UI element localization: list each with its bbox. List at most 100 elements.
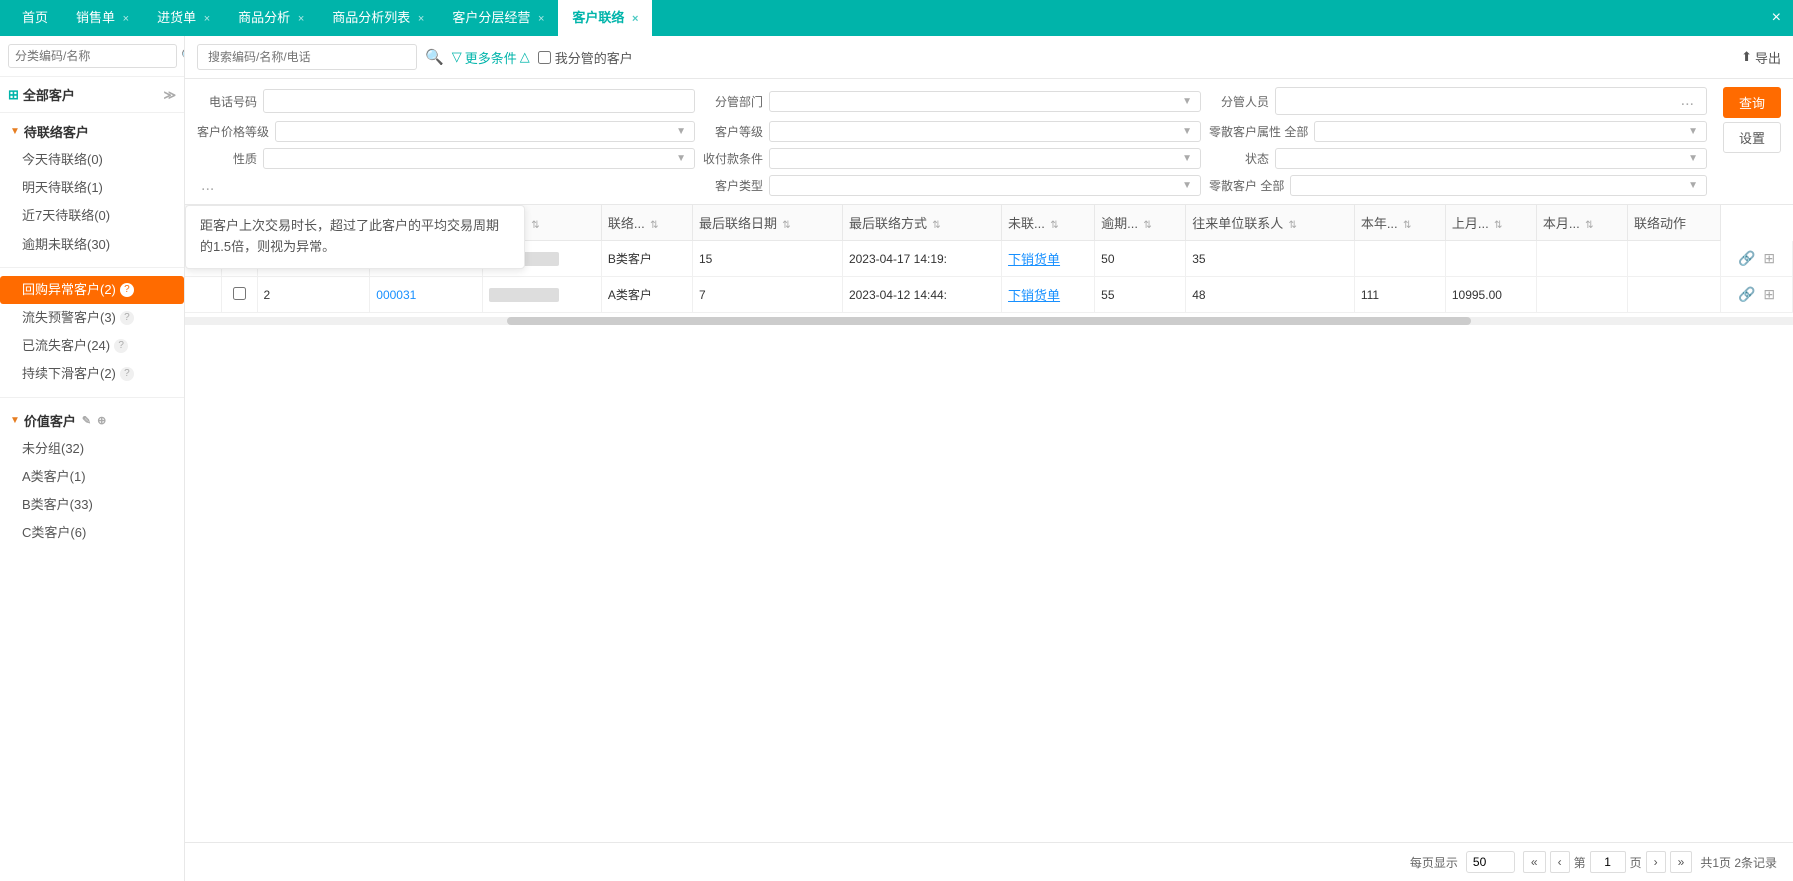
nav-product-analysis[interactable]: 商品分析 × (224, 0, 318, 36)
row-last-method-0[interactable]: 下销货单 (1002, 241, 1095, 277)
nav-purchase-close[interactable]: × (204, 13, 210, 25)
col-this-month-header[interactable]: 本月... ⇅ (1536, 205, 1627, 241)
person-dots-icon[interactable]: ... (1677, 92, 1698, 110)
filter-cell-retail-customer: 零散客户 全部 ▼ (1209, 175, 1707, 196)
value-section-title[interactable]: ▼ 价值客户 ✎ ⊕ (0, 406, 184, 435)
col-overdue-header[interactable]: 逾期... ⇅ (1095, 205, 1186, 241)
sidebar-item-loss-warning[interactable]: 流失预警客户(3) ? (0, 304, 184, 332)
retail-customer-arrow: ▼ (1688, 180, 1698, 191)
nav-customer-contact[interactable]: 客户联络 × (558, 0, 652, 36)
edit-icon[interactable]: ✎ (82, 414, 91, 427)
page-word-label: 第 (1574, 854, 1586, 871)
row-contact-1: 7 (692, 277, 842, 313)
sidebar-item-today[interactable]: 今天待联络(0) (0, 146, 184, 174)
sidebar-item-repurchase-abnormal[interactable]: 回购异常客户(2) ? (0, 276, 184, 304)
settings-button[interactable]: 设置 (1723, 122, 1781, 153)
help-icon-already-lost[interactable]: ? (114, 339, 128, 353)
next-page-button[interactable]: › (1646, 851, 1666, 873)
sidebar-item-already-lost[interactable]: 已流失客户(24) ? (0, 332, 184, 360)
search-button[interactable]: 🔍 (425, 48, 444, 66)
current-page-input[interactable] (1590, 851, 1626, 873)
help-icon-loss[interactable]: ? (120, 311, 134, 325)
row-last-method-1[interactable]: 下销货单 (1002, 277, 1095, 313)
sidebar-item-c-customers[interactable]: C类客户(6) (0, 519, 184, 547)
sort-icon-last-month: ⇅ (1494, 220, 1502, 231)
query-button[interactable]: 查询 (1723, 87, 1781, 118)
action-grid-icon-1[interactable]: ⊞ (1763, 286, 1775, 303)
filter-cell-price-level: 客户价格等级 ▼ (197, 121, 695, 142)
page-unit-label: 页 (1630, 854, 1642, 871)
contact-section: ▼ 待联络客户 今天待联络(0) 明天待联络(1) 近7天待联络(0) 逾期未联… (0, 113, 184, 263)
action-link-icon-0[interactable]: 🔗 (1738, 250, 1755, 267)
help-icon-repurchase[interactable]: ? (120, 283, 134, 297)
nav-customer-tier-close[interactable]: × (538, 13, 544, 25)
col-last-method-header[interactable]: 最后联络方式 ⇅ (842, 205, 1001, 241)
row-uncontact-0: 50 (1095, 241, 1186, 277)
first-page-button[interactable]: « (1523, 851, 1546, 873)
tooltip-box: 距客户上次交易时长，超过了此客户的平均交易周期的1.5倍，则视为异常。 (185, 205, 525, 269)
sidebar-item-overdue[interactable]: 逾期未联络(30) (0, 231, 184, 259)
add-icon[interactable]: ⊕ (97, 414, 106, 427)
filter-more-dots[interactable]: ... (197, 177, 218, 195)
nav-home[interactable]: 首页 (8, 0, 62, 36)
nav-customer-contact-close[interactable]: × (632, 13, 638, 25)
sidebar-search-input[interactable] (8, 44, 177, 68)
nav-purchase[interactable]: 进货单 × (143, 0, 224, 36)
last-page-button[interactable]: » (1670, 851, 1693, 873)
col-this-year-header[interactable]: 本年... ⇅ (1354, 205, 1445, 241)
nav-product-analysis-close[interactable]: × (298, 13, 304, 25)
sidebar-item-a-customers[interactable]: A类客户(1) (0, 463, 184, 491)
sidebar-item-tomorrow[interactable]: 明天待联络(1) (0, 174, 184, 202)
col-related-header[interactable]: 往来单位联系人 ⇅ (1186, 205, 1355, 241)
nav-product-analysis-list[interactable]: 商品分析列表 × (318, 0, 438, 36)
filter-cell-dept: 分管部门 ▼ (703, 91, 1201, 112)
horizontal-scrollbar[interactable] (185, 313, 1793, 329)
row-code-1[interactable]: 000031 (370, 277, 483, 313)
collapse-icon[interactable]: ≫ (163, 88, 176, 102)
per-page-select[interactable]: 50 20 100 (1466, 851, 1515, 873)
row-last-date-0: 2023-04-17 14:19: (842, 241, 1001, 277)
sort-icon-overdue: ⇅ (1143, 220, 1151, 231)
action-grid-icon-0[interactable]: ⊞ (1763, 250, 1775, 267)
sort-icon-last-method: ⇅ (932, 220, 940, 231)
payment-select[interactable]: ▼ (769, 148, 1201, 169)
col-last-date-header[interactable]: 最后联络日期 ⇅ (692, 205, 842, 241)
contact-section-title[interactable]: ▼ 待联络客户 (0, 117, 184, 146)
sidebar-item-declining[interactable]: 持续下滑客户(2) ? (0, 360, 184, 388)
row-this-month-1 (1627, 277, 1720, 313)
row-overdue-1: 48 (1186, 277, 1355, 313)
window-close-button[interactable]: × (1772, 9, 1781, 27)
gender-select[interactable]: ▼ (263, 148, 695, 169)
person-select[interactable]: ... (1275, 87, 1707, 115)
customer-type-select[interactable]: ▼ (769, 175, 1201, 196)
price-level-select[interactable]: ▼ (275, 121, 695, 142)
sidebar-item-ungroup[interactable]: 未分组(32) (0, 435, 184, 463)
action-link-icon-1[interactable]: 🔗 (1738, 286, 1755, 303)
nav-customer-tier[interactable]: 客户分层经营 × (438, 0, 558, 36)
customer-level-label: 客户等级 (703, 123, 763, 140)
col-uncontact-header[interactable]: 未联... ⇅ (1002, 205, 1095, 241)
retail-customer-select[interactable]: ▼ (1290, 175, 1707, 196)
prev-page-button[interactable]: ‹ (1550, 851, 1570, 873)
col-contact-header[interactable]: 联络... ⇅ (601, 205, 692, 241)
nav-sales[interactable]: 销售单 × (62, 0, 143, 36)
my-customers-checkbox[interactable] (538, 51, 551, 64)
sidebar-item-b-customers[interactable]: B类客户(33) (0, 491, 184, 519)
col-last-month-header[interactable]: 上月... ⇅ (1445, 205, 1536, 241)
dept-select[interactable]: ▼ (769, 91, 1201, 112)
row-last-month-1 (1536, 277, 1627, 313)
customer-level-select[interactable]: ▼ (769, 121, 1201, 142)
status-select[interactable]: ▼ (1275, 148, 1707, 169)
more-conditions-btn[interactable]: ▽ 更多条件 △ (452, 48, 530, 67)
phone-input[interactable] (263, 89, 695, 113)
my-customers-filter[interactable]: 我分管的客户 (538, 48, 633, 67)
export-button[interactable]: ⬆ 导出 (1741, 48, 1781, 67)
search-input[interactable] (197, 44, 417, 70)
nav-sales-close[interactable]: × (123, 13, 129, 25)
row-check-1[interactable] (221, 277, 257, 313)
sidebar-all-customers[interactable]: ⊞ 全部客户 ≫ (0, 77, 184, 113)
help-icon-declining[interactable]: ? (120, 367, 134, 381)
sidebar-item-7days[interactable]: 近7天待联络(0) (0, 202, 184, 230)
nav-product-list-close[interactable]: × (418, 13, 424, 25)
retail-attr-select[interactable]: ▼ (1314, 121, 1707, 142)
